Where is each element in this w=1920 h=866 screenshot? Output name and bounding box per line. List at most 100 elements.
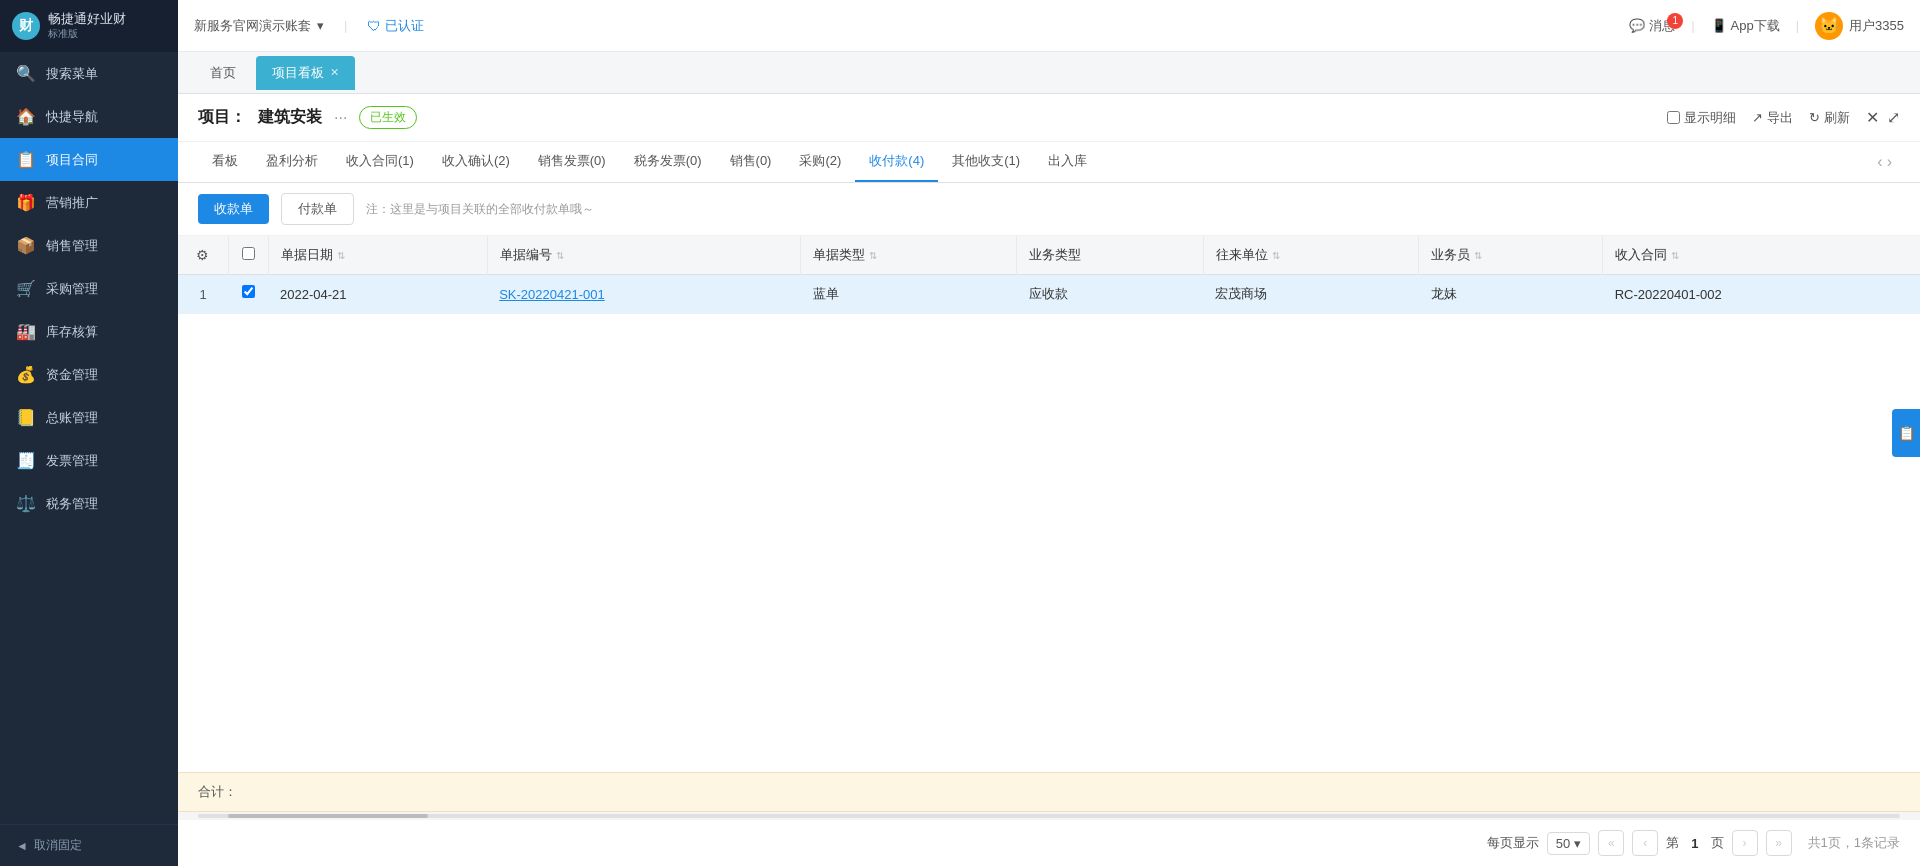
subtab-purchase[interactable]: 采购(2) [785,142,855,182]
row-type: 蓝单 [801,275,1017,314]
subtab-prev-icon[interactable]: ‹ [1877,153,1882,171]
pagination: 每页显示 50 ▾ « ‹ 第 1 页 › » 共1页，1条记录 [178,820,1920,866]
sidebar-item-label: 发票管理 [46,452,98,470]
subtab-income-contract[interactable]: 收入合同(1) [332,142,428,182]
sidebar-item-inventory[interactable]: 🏭 库存核算 [0,310,178,353]
sort-icon: ⇅ [337,250,345,261]
col-partner-label: 往来单位 [1216,246,1268,264]
more-options-icon[interactable]: ··· [334,109,347,127]
sidebar-item-invoice[interactable]: 🧾 发票管理 [0,439,178,482]
filter-receipt-btn[interactable]: 收款单 [198,194,269,224]
refresh-button[interactable]: ↻ 刷新 [1809,109,1850,127]
col-salesperson-label: 业务员 [1431,246,1470,264]
col-date-label: 单据日期 [281,246,333,264]
prev-page-button[interactable]: ‹ [1632,830,1658,856]
message-button[interactable]: 💬 消息 1 [1629,17,1675,35]
next-page-button[interactable]: › [1732,830,1758,856]
subtab-income-confirm[interactable]: 收入确认(2) [428,142,524,182]
scroll-thumb[interactable] [228,814,428,818]
col-type-label: 单据类型 [813,246,865,264]
row-number-link[interactable]: SK-20220421-001 [499,287,605,302]
export-button[interactable]: ↗ 导出 [1752,109,1793,127]
first-page-button[interactable]: « [1598,830,1624,856]
subtab-kanban[interactable]: 看板 [198,142,252,182]
project-selector[interactable]: 新服务官网演示账套 ▾ [194,17,324,35]
sidebar-unpin[interactable]: ◄ 取消固定 [0,824,178,866]
filter-payment-btn[interactable]: 付款单 [281,193,354,225]
sidebar-item-label: 总账管理 [46,409,98,427]
tab-home[interactable]: 首页 [194,56,252,90]
page-end-label: 页 [1711,834,1724,852]
tab-close-icon[interactable]: ✕ [330,66,339,79]
sidebar: 财 畅捷通好业财 标准版 🔍 搜索菜单 🏠 快捷导航 📋 项目合同 🎁 营销推广… [0,0,178,866]
sidebar-item-quick[interactable]: 🏠 快捷导航 [0,95,178,138]
sidebar-item-tax[interactable]: ⚖️ 税务管理 [0,482,178,525]
summary-label: 合计： [198,784,237,799]
app-download-button[interactable]: 📱 App下载 [1711,17,1780,35]
page-size-label: 每页显示 [1487,834,1539,852]
sidebar-item-label: 快捷导航 [46,108,98,126]
col-date[interactable]: 单据日期 ⇅ [268,236,487,275]
tab-kanban[interactable]: 项目看板 ✕ [256,56,355,90]
export-label: 导出 [1767,109,1793,127]
app-logo-icon: 财 [12,12,40,40]
content-area: 项目： 建筑安装 ··· 已生效 显示明细 ↗ 导出 ↻ 刷新 ✕ [178,94,1920,866]
row-biz-type: 应收款 [1017,275,1204,314]
col-salesperson[interactable]: 业务员 ⇅ [1419,236,1603,275]
subtab-nav: ‹ › [1869,153,1900,171]
select-all-checkbox[interactable] [242,247,255,260]
sidebar-item-marketing[interactable]: 🎁 营销推广 [0,181,178,224]
sidebar-logo: 财 畅捷通好业财 标准版 [0,0,178,52]
right-float-button[interactable]: 📋 [1892,409,1920,457]
sidebar-item-contract[interactable]: 📋 项目合同 [0,138,178,181]
last-page-button[interactable]: » [1766,830,1792,856]
sort-icon: ⇅ [556,250,564,261]
col-biz-type-label: 业务类型 [1029,247,1081,262]
warehouse-icon: 🏭 [16,322,36,341]
subtab-next-icon[interactable]: › [1887,153,1892,171]
row-select-checkbox[interactable] [242,285,255,298]
subtab-sales[interactable]: 销售(0) [716,142,786,182]
sidebar-item-ledger[interactable]: 📒 总账管理 [0,396,178,439]
user-menu[interactable]: 🐱 用户3355 [1815,12,1904,40]
row-number-cell[interactable]: SK-20220421-001 [487,275,801,314]
sidebar-item-finance[interactable]: 💰 资金管理 [0,353,178,396]
col-partner[interactable]: 往来单位 ⇅ [1203,236,1419,275]
col-type[interactable]: 单据类型 ⇅ [801,236,1017,275]
show-detail-checkbox[interactable]: 显示明细 [1667,109,1736,127]
sort-icon: ⇅ [869,250,877,261]
subtab-sales-invoice[interactable]: 销售发票(0) [524,142,620,182]
project-name: 新服务官网演示账套 [194,17,311,35]
sidebar-item-label: 资金管理 [46,366,98,384]
sidebar-item-search[interactable]: 🔍 搜索菜单 [0,52,178,95]
subtab-inout[interactable]: 出入库 [1034,142,1101,182]
col-number[interactable]: 单据编号 ⇅ [487,236,801,275]
project-actions: 显示明细 ↗ 导出 ↻ 刷新 ✕ ⤢ [1667,108,1900,127]
subtab-receipt[interactable]: 收付款(4) [855,142,938,182]
col-settings[interactable]: ⚙ [178,236,228,275]
subtab-tax-invoice[interactable]: 税务发票(0) [620,142,716,182]
topbar: 新服务官网演示账套 ▾ | 🛡 已认证 💬 消息 1 | 📱 App下载 | 🐱… [178,0,1920,52]
settings-icon[interactable]: ⚙ [196,247,209,263]
sidebar-item-purchase[interactable]: 🛒 采购管理 [0,267,178,310]
close-window-icon[interactable]: ✕ [1866,108,1879,127]
table-row[interactable]: 1 2022-04-21 SK-20220421-001 蓝单 应收款 宏茂商场… [178,275,1920,314]
subtab-profit[interactable]: 盈利分析 [252,142,332,182]
subtab-other-expense[interactable]: 其他收支(1) [938,142,1034,182]
app-subtitle: 标准版 [48,27,126,41]
sidebar-item-sales[interactable]: 📦 销售管理 [0,224,178,267]
sort-icon: ⇅ [1671,250,1679,261]
col-income-contract[interactable]: 收入合同 ⇅ [1603,236,1920,275]
sidebar-item-label: 项目合同 [46,151,98,169]
maximize-window-icon[interactable]: ⤢ [1887,108,1900,127]
subtab-inout-label: 出入库 [1048,153,1087,168]
sidebar-item-label: 库存核算 [46,323,98,341]
sidebar-item-label: 税务管理 [46,495,98,513]
subtab-kanban-label: 看板 [212,153,238,168]
subtab-tax-invoice-label: 税务发票(0) [634,153,702,168]
show-detail-input[interactable] [1667,111,1680,124]
page-size-select[interactable]: 50 ▾ [1547,832,1590,855]
row-checkbox-cell[interactable] [228,275,268,308]
user-avatar: 🐱 [1815,12,1843,40]
subtab-other-expense-label: 其他收支(1) [952,153,1020,168]
